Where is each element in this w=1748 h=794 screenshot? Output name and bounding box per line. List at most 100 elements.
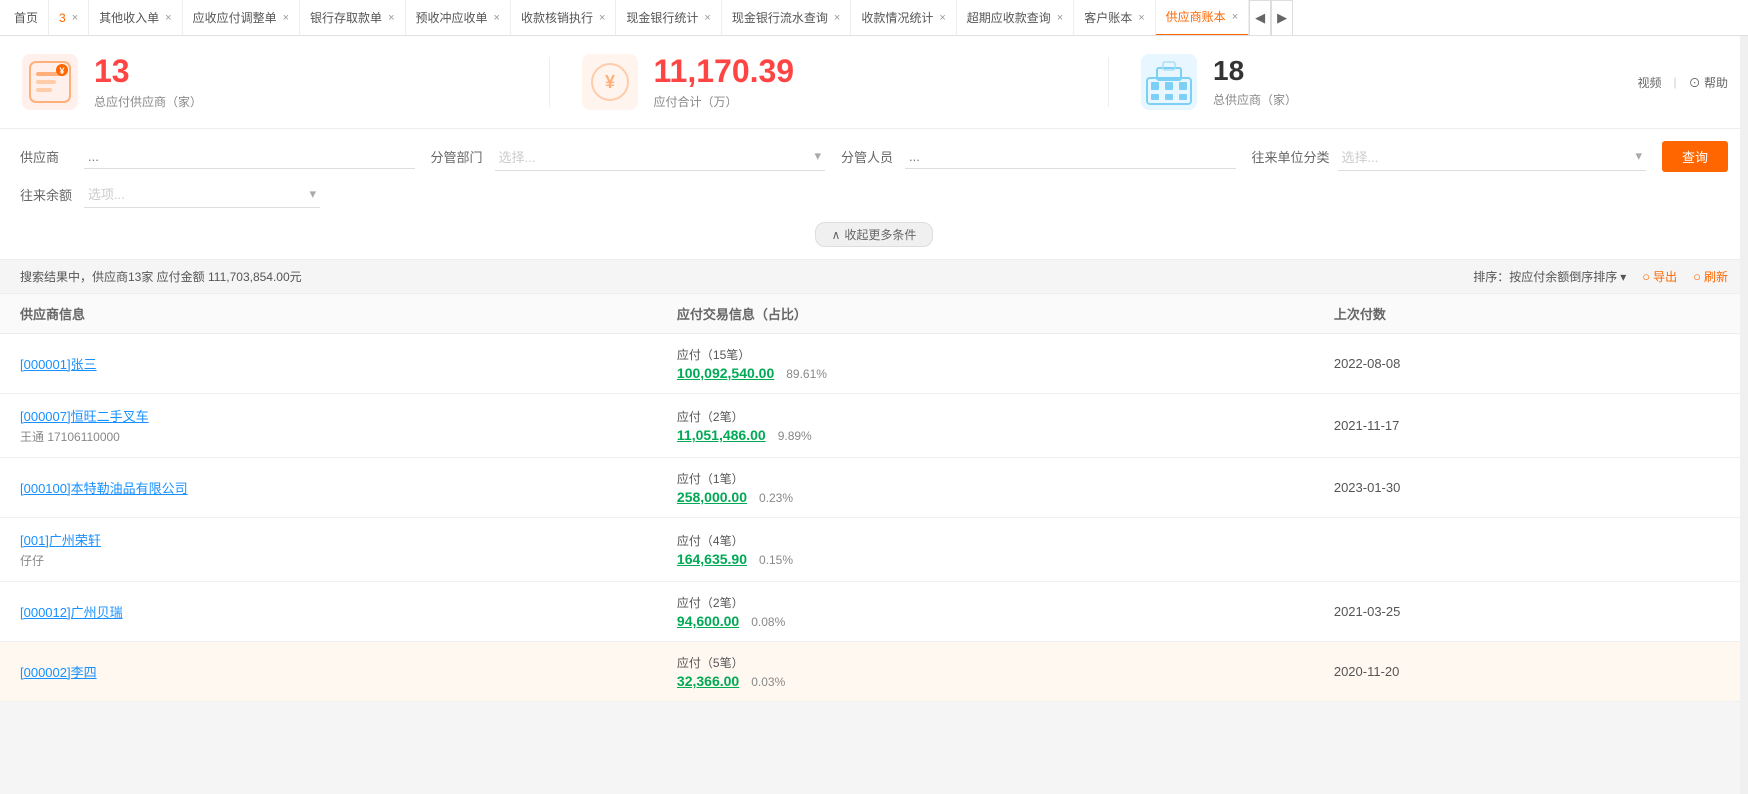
tx-row-4: 94,600.00 0.08% — [677, 613, 1334, 629]
nav-tab-adjust-close[interactable]: × — [283, 12, 289, 24]
table-body: [000001]张三 应付（15笔） 100,092,540.00 89.61%… — [0, 334, 1748, 702]
tx-label-1: 应付（2笔） — [677, 408, 1334, 425]
nav-tab-cash-bank-stat-label: 现金银行统计 — [626, 9, 698, 26]
filter-category-arrow: ▾ — [1635, 148, 1642, 164]
tx-pct-2: 0.23% — [759, 491, 793, 505]
sort-label: 排序：按应付余额倒序排序 — [1473, 268, 1617, 285]
supplier-link-5[interactable]: [000002]李四 — [20, 662, 677, 681]
export-button[interactable]: ○ 导出 — [1642, 268, 1677, 285]
filter-category-select[interactable]: 选择... ▾ — [1338, 143, 1646, 171]
tx-row-1: 11,051,486.00 9.89% — [677, 427, 1334, 443]
nav-tab-prepay[interactable]: 预收冲应收单 × — [406, 0, 511, 36]
nav-tab-collection-label: 收款核销执行 — [521, 9, 593, 26]
nav-tab-3[interactable]: 3 × — [49, 0, 89, 36]
table-header: 供应商信息 应付交易信息（占比） 上次付数 — [0, 294, 1748, 334]
filter-dept-arrow: ▾ — [814, 148, 821, 164]
query-button[interactable]: 查询 — [1662, 141, 1728, 172]
filter-person-input[interactable] — [905, 145, 1236, 169]
svg-text:¥: ¥ — [604, 72, 614, 92]
cell-lastpay-5: 2020-11-20 — [1334, 654, 1728, 689]
sort-button[interactable]: 排序：按应付余额倒序排序 ▾ — [1473, 268, 1626, 285]
cell-lastpay-4: 2021-03-25 — [1334, 594, 1728, 629]
nav-tab-home[interactable]: 首页 — [4, 0, 49, 36]
scrollbar[interactable] — [1740, 36, 1748, 794]
collapse-label: 收起更多条件 — [844, 226, 916, 243]
nav-tab-customer-ledger[interactable]: 客户账本 × — [1074, 0, 1155, 36]
filter-balance-select[interactable]: 选项... ▾ — [84, 180, 320, 208]
supplier-link-1[interactable]: [000007]恒旺二手叉车 — [20, 406, 677, 425]
nav-tab-cash-bank-flow[interactable]: 现金银行流水查询 × — [722, 0, 851, 36]
nav-tab-collection[interactable]: 收款核销执行 × — [511, 0, 616, 36]
nav-tab-overdue-close[interactable]: × — [1057, 12, 1063, 24]
nav-tab-other-income-label: 其他收入单 — [99, 9, 159, 26]
nav-tab-prepay-close[interactable]: × — [494, 12, 500, 24]
stat-divider-2 — [1108, 57, 1109, 107]
tx-amount-2[interactable]: 258,000.00 — [677, 489, 747, 505]
nav-tab-bank-label: 银行存取款单 — [310, 9, 382, 26]
supplier-link-0[interactable]: [000001]张三 — [20, 354, 677, 373]
supplier-contact-3: 仔仔 — [20, 552, 677, 569]
tx-row-0: 100,092,540.00 89.61% — [677, 365, 1334, 381]
nav-tab-receipt-stat-close[interactable]: × — [939, 12, 945, 24]
table-row: [001]广州荣轩 仔仔 应付（4笔） 164,635.90 0.15% — [0, 518, 1748, 582]
nav-tab-cash-bank-stat[interactable]: 现金银行统计 × — [616, 0, 721, 36]
cell-transaction-2: 应付（1笔） 258,000.00 0.23% — [677, 470, 1334, 505]
supplier-link-3[interactable]: [001]广州荣轩 — [20, 530, 677, 549]
nav-tab-cash-bank-flow-close[interactable]: × — [834, 12, 840, 24]
filter-dept-select[interactable]: 选择... ▾ — [495, 143, 826, 171]
filter-balance-placeholder: 选项... — [88, 184, 125, 203]
nav-next-arrow[interactable]: ▶ — [1271, 0, 1293, 36]
nav-tab-bank-close[interactable]: × — [388, 12, 394, 24]
tx-row-3: 164,635.90 0.15% — [677, 551, 1334, 567]
nav-tab-overdue[interactable]: 超期应收款查询 × — [957, 0, 1074, 36]
nav-tab-collection-close[interactable]: × — [599, 12, 605, 24]
filter-category-placeholder: 选择... — [1342, 147, 1379, 166]
nav-tab-supplier-ledger-close[interactable]: × — [1232, 11, 1238, 23]
filter-supplier-label: 供应商 — [20, 147, 76, 166]
tx-row-2: 258,000.00 0.23% — [677, 489, 1334, 505]
nav-tab-receipt-stat[interactable]: 收款情况统计 × — [851, 0, 956, 36]
filter-category-label: 往来单位分类 — [1252, 147, 1330, 166]
video-link[interactable]: 视频 — [1638, 74, 1662, 91]
nav-tab-customer-ledger-close[interactable]: × — [1138, 12, 1144, 24]
tx-pct-4: 0.08% — [751, 615, 785, 629]
filter-row-2: 往来余额 选项... ▾ — [20, 180, 1728, 208]
nav-tab-other-income[interactable]: 其他收入单 × — [89, 0, 182, 36]
filter-supplier-input[interactable] — [84, 145, 415, 169]
stat-divider-1 — [549, 57, 550, 107]
nav-tab-cash-bank-stat-close[interactable]: × — [704, 12, 710, 24]
nav-tab-supplier-ledger[interactable]: 供应商账本 × — [1156, 0, 1249, 36]
filter-area: 供应商 分管部门 选择... ▾ 分管人员 往来单位分类 选择... ▾ 查询 … — [0, 129, 1748, 260]
filter-person: 分管人员 — [841, 145, 1236, 169]
header-right-actions: 视频 | ⊙ 帮助 — [1638, 74, 1728, 91]
nav-prev-arrow[interactable]: ◀ — [1249, 0, 1271, 36]
table-row: [000001]张三 应付（15笔） 100,092,540.00 89.61%… — [0, 334, 1748, 394]
supplier-link-4[interactable]: [000012]广州贝瑞 — [20, 602, 677, 621]
tx-amount-1[interactable]: 11,051,486.00 — [677, 427, 766, 443]
nav-tab-bank[interactable]: 银行存取款单 × — [300, 0, 405, 36]
payable-supplier-icon: ¥ — [20, 52, 80, 112]
tx-label-2: 应付（1笔） — [677, 470, 1334, 487]
col-header-supplier: 供应商信息 — [20, 304, 677, 323]
payable-total-icon: ¥ — [580, 52, 640, 112]
cell-transaction-3: 应付（4笔） 164,635.90 0.15% — [677, 530, 1334, 569]
help-link[interactable]: ⊙ 帮助 — [1689, 74, 1728, 91]
nav-tab-overdue-label: 超期应收款查询 — [967, 9, 1051, 26]
nav-tab-adjust[interactable]: 应收应付调整单 × — [183, 0, 300, 36]
tx-amount-0[interactable]: 100,092,540.00 — [677, 365, 774, 381]
nav-tab-3-close[interactable]: × — [72, 12, 78, 24]
collapse-button[interactable]: ∧ 收起更多条件 — [815, 222, 934, 247]
nav-tab-3-label: 3 — [59, 11, 66, 25]
nav-tab-cash-bank-flow-label: 现金银行流水查询 — [732, 9, 828, 26]
tx-amount-3[interactable]: 164,635.90 — [677, 551, 747, 567]
tx-amount-4[interactable]: 94,600.00 — [677, 613, 739, 629]
tx-amount-5[interactable]: 32,366.00 — [677, 673, 739, 689]
supplier-link-2[interactable]: [000100]本特勒油品有限公司 — [20, 478, 677, 497]
nav-tab-other-income-close[interactable]: × — [165, 12, 171, 24]
top-navigation: 首页 3 × 其他收入单 × 应收应付调整单 × 银行存取款单 × 预收冲应收单… — [0, 0, 1748, 36]
refresh-button[interactable]: ○ 刷新 — [1693, 268, 1728, 285]
cell-supplier-4: [000012]广州贝瑞 — [20, 594, 677, 629]
stats-header: ¥ 13 总应付供应商（家） ¥ 11,170.39 应付合计（万） — [0, 36, 1748, 129]
stat-block-payable-total: ¥ 11,170.39 应付合计（万） — [580, 52, 1079, 112]
filter-dept-label: 分管部门 — [431, 147, 487, 166]
